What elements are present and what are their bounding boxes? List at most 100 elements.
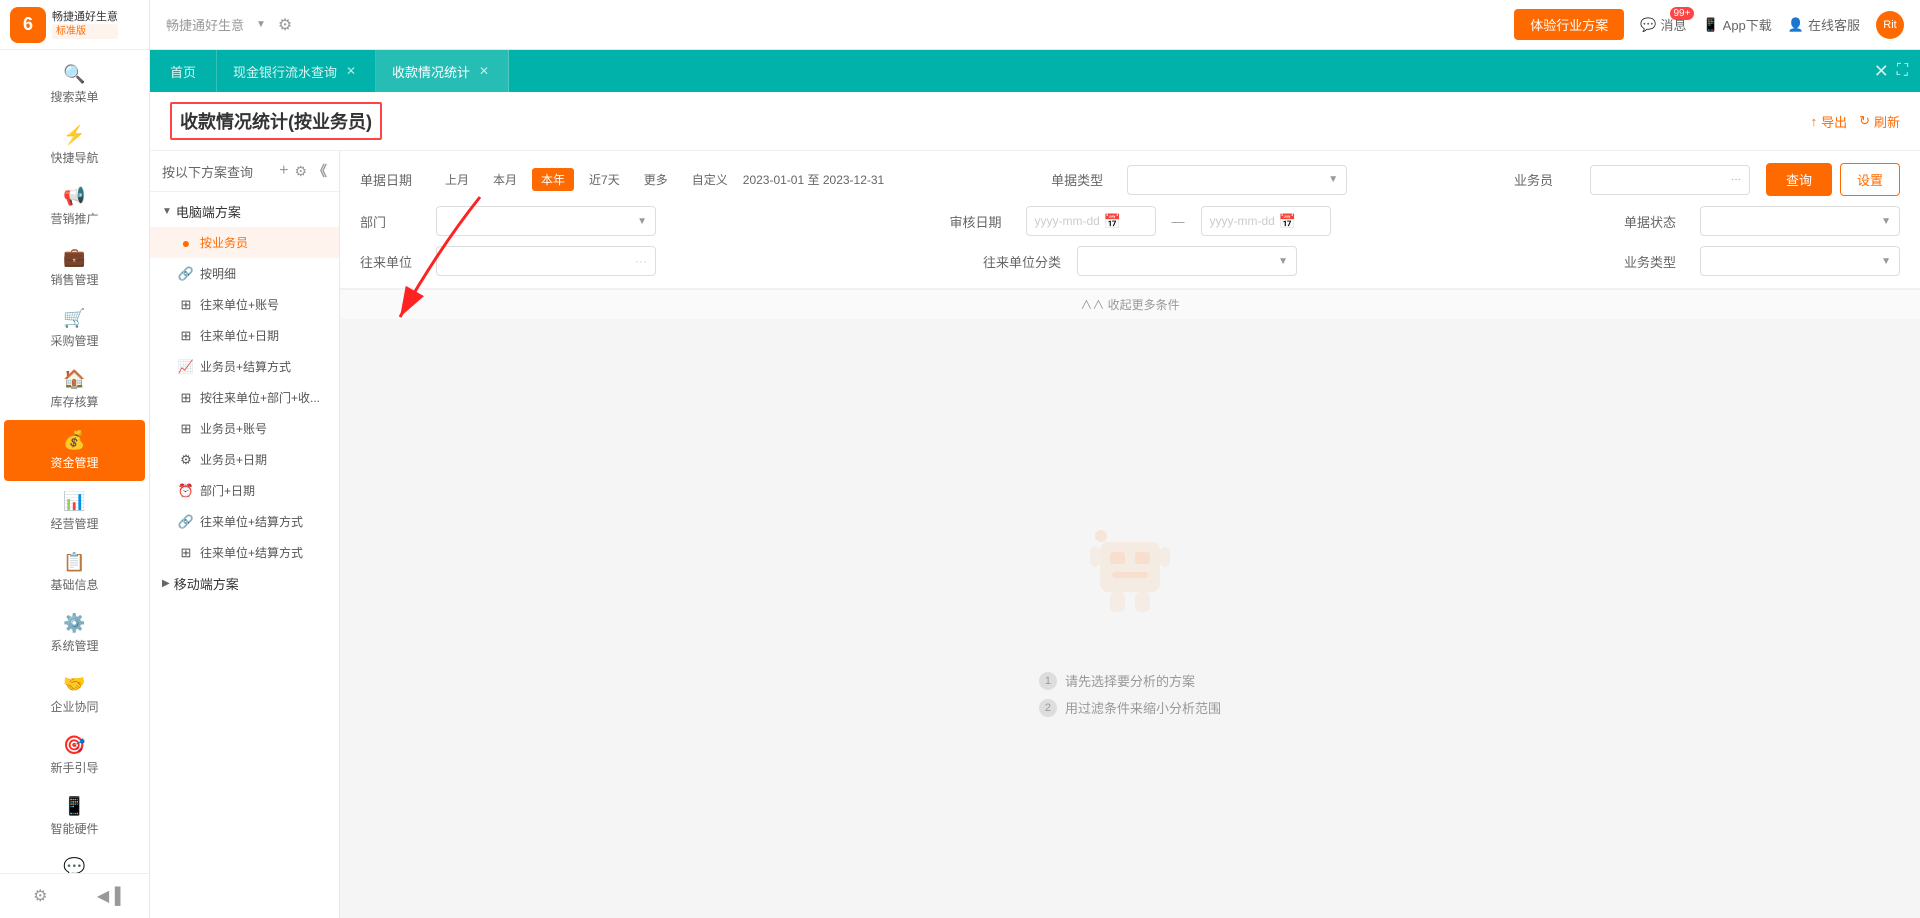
tree-item-by-salesman[interactable]: ● 按业务员 [150,227,339,258]
left-panel-settings-icon[interactable]: ⚙ [294,163,307,180]
filter-row-1: 单据日期 上月 本月 本年 近7天 更多 自定义 2023-01-01 至 [360,163,1900,196]
newguide-icon: 🎯 [63,735,85,756]
counterpart-label: 往来单位 [360,252,420,271]
system-icon: ⚙️ [63,613,85,634]
filter-row-3: 往来单位 ··· 往来单位分类 ▼ 业务类型 ▼ [360,246,1900,276]
tree-item-salesman-settle[interactable]: 📈 业务员+结算方式 [150,351,339,382]
sidebar-item-newguide[interactable]: 🎯 新手引导 [0,725,149,786]
salesman-select[interactable]: ··· [1590,165,1750,195]
app-download-button[interactable]: 📱 App下载 [1702,15,1771,34]
dept-arrow: ▼ [637,216,647,227]
sidebar-item-basic[interactable]: 📋 基础信息 [0,542,149,603]
sidebar-item-smarthw[interactable]: 📱 智能硬件 [0,786,149,847]
tab-home[interactable]: 首页 [150,50,217,92]
enterprise-icon: 🤝 [63,674,85,695]
counterpart-category-select[interactable]: ▼ [1077,246,1297,276]
sidebar-collapse-button[interactable]: ◀▐ [77,882,142,910]
salesman-account-icon: ⊞ [178,421,194,437]
date-btn-lastmonth[interactable]: 上月 [436,168,478,191]
sidebar-item-marketing[interactable]: 📢 营销推广 [0,176,149,237]
sidebar-item-operation[interactable]: 📊 经营管理 [0,481,149,542]
trial-button[interactable]: 体验行业方案 [1514,9,1624,40]
collapse-bar[interactable]: ∧∧ 收起更多条件 [340,289,1920,319]
sidebar-item-wechat[interactable]: 💬 企业微信 [0,847,149,873]
doc-status-label: 单据状态 [1624,212,1684,231]
settings-button[interactable]: 设置 [1840,163,1900,196]
filter-area: 单据日期 上月 本月 本年 近7天 更多 自定义 2023-01-01 至 [340,151,1920,289]
tree-item-dept-date[interactable]: ⏰ 部门+日期 [150,475,339,506]
tab-collection-close[interactable]: ✕ [476,63,492,79]
sidebar-item-inventory[interactable]: 🏠 库存核算 [0,359,149,420]
doc-status-select[interactable]: ▼ [1700,206,1900,236]
date-btn-7days[interactable]: 近7天 [580,168,629,191]
counterpart-select[interactable]: ··· [436,246,656,276]
messages-button[interactable]: 💬 消息 99+ [1640,15,1686,34]
empty-tips: 1 请先选择要分析的方案 2 用过滤条件来缩小分析范围 [1039,671,1221,725]
tab-collection[interactable]: 收款情况统计 ✕ [376,50,509,92]
left-panel-title: 按以下方案查询 [162,162,253,181]
empty-tip-1: 1 请先选择要分析的方案 [1039,671,1221,690]
calendar-from-icon: 📅 [1104,213,1121,230]
calendar-to-icon: 📅 [1279,213,1296,230]
main-area: 畅捷通好生意 ▼ ⚙ 体验行业方案 💬 消息 99+ 📱 App下载 👤 在线客… [150,0,1920,918]
date-btn-thisyear[interactable]: 本年 [532,168,574,191]
salesman-date-icon: ⚙ [178,452,194,468]
tree-item-unit-dept-collect[interactable]: ⊞ 按往来单位+部门+收... [150,382,339,413]
tab-cashflow-close[interactable]: ✕ [343,63,359,79]
export-button[interactable]: ↑ 导出 [1811,112,1848,131]
tree-item-salesman-date[interactable]: ⚙ 业务员+日期 [150,444,339,475]
refresh-button[interactable]: ↻ 刷新 [1859,112,1900,131]
sidebar-item-purchase[interactable]: 🛒 采购管理 [0,298,149,359]
header-actions: 体验行业方案 💬 消息 99+ 📱 App下载 👤 在线客服 Rit [1514,9,1904,40]
online-service-button[interactable]: 👤 在线客服 [1788,15,1860,34]
tree-item-unit-date[interactable]: ⊞ 往来单位+日期 [150,320,339,351]
unit-account-icon: ⊞ [178,297,194,313]
audit-date-label: 审核日期 [950,212,1010,231]
audit-date-to[interactable]: yyyy-mm-dd 📅 [1201,206,1331,236]
dept-date-icon: ⏰ [178,483,194,499]
service-icon: 👤 [1788,17,1804,33]
left-panel-add-icon[interactable]: + [279,162,288,180]
tip-num-2: 2 [1039,699,1057,717]
left-panel-collapse-icon[interactable]: 《 [313,161,327,181]
dept-select[interactable]: ▼ [436,206,656,236]
refresh-icon: ↻ [1859,113,1870,129]
header-settings-icon[interactable]: ⚙ [278,15,292,35]
logo-text: 畅捷通好生意 标准版 [52,10,118,39]
search-icon: 🔍 [63,64,85,85]
salesman-more: ··· [1731,174,1741,185]
tree-item-unit-account[interactable]: ⊞ 往来单位+账号 [150,289,339,320]
user-avatar[interactable]: Rit [1876,11,1904,39]
date-btn-more[interactable]: 更多 [635,168,677,191]
tab-window-close[interactable]: ✕ [1874,61,1889,82]
doc-type-select[interactable]: ▼ [1127,165,1347,195]
date-btn-custom[interactable]: 自定义 [683,168,737,191]
tree-item-unit-settle1[interactable]: 🔗 往来单位+结算方式 [150,506,339,537]
date-btn-thismonth[interactable]: 本月 [484,168,526,191]
salesman-label: 业务员 [1514,170,1574,189]
tree-group-pc-header[interactable]: ▼ 电脑端方案 [150,196,339,227]
search-button[interactable]: 查询 [1766,163,1832,196]
tab-window-expand[interactable]: ⛶ [1897,62,1908,80]
salesman-settle-icon: 📈 [178,359,194,375]
biz-type-select[interactable]: ▼ [1700,246,1900,276]
tree-item-salesman-account[interactable]: ⊞ 业务员+账号 [150,413,339,444]
basic-icon: 📋 [63,552,85,573]
wechat-icon: 💬 [63,857,85,873]
tree-item-unit-settle2[interactable]: ⊞ 往来单位+结算方式 [150,537,339,568]
date-range-display: 2023-01-01 至 2023-12-31 [743,171,884,188]
tree-arrow-down: ▼ [162,206,172,217]
tab-cashflow[interactable]: 现金银行流水查询 ✕ [217,50,376,92]
sidebar-item-search[interactable]: 🔍 搜索菜单 [0,54,149,115]
sidebar-item-enterprise[interactable]: 🤝 企业协同 [0,664,149,725]
doc-type-label: 单据类型 [1051,170,1111,189]
sidebar-item-finance[interactable]: 💰 资金管理 [4,420,145,481]
sidebar-settings-button[interactable]: ⚙ [8,882,73,910]
sidebar-item-system[interactable]: ⚙️ 系统管理 [0,603,149,664]
tree-group-mobile-header[interactable]: ▶ 移动端方案 [150,568,339,599]
tree-item-by-detail[interactable]: 🔗 按明细 [150,258,339,289]
sidebar-item-quicknav[interactable]: ⚡ 快捷导航 [0,115,149,176]
sidebar-item-sales[interactable]: 💼 销售管理 [0,237,149,298]
tab-bar: 首页 现金银行流水查询 ✕ 收款情况统计 ✕ ✕ ⛶ [150,50,1920,92]
audit-date-from[interactable]: yyyy-mm-dd 📅 [1026,206,1156,236]
